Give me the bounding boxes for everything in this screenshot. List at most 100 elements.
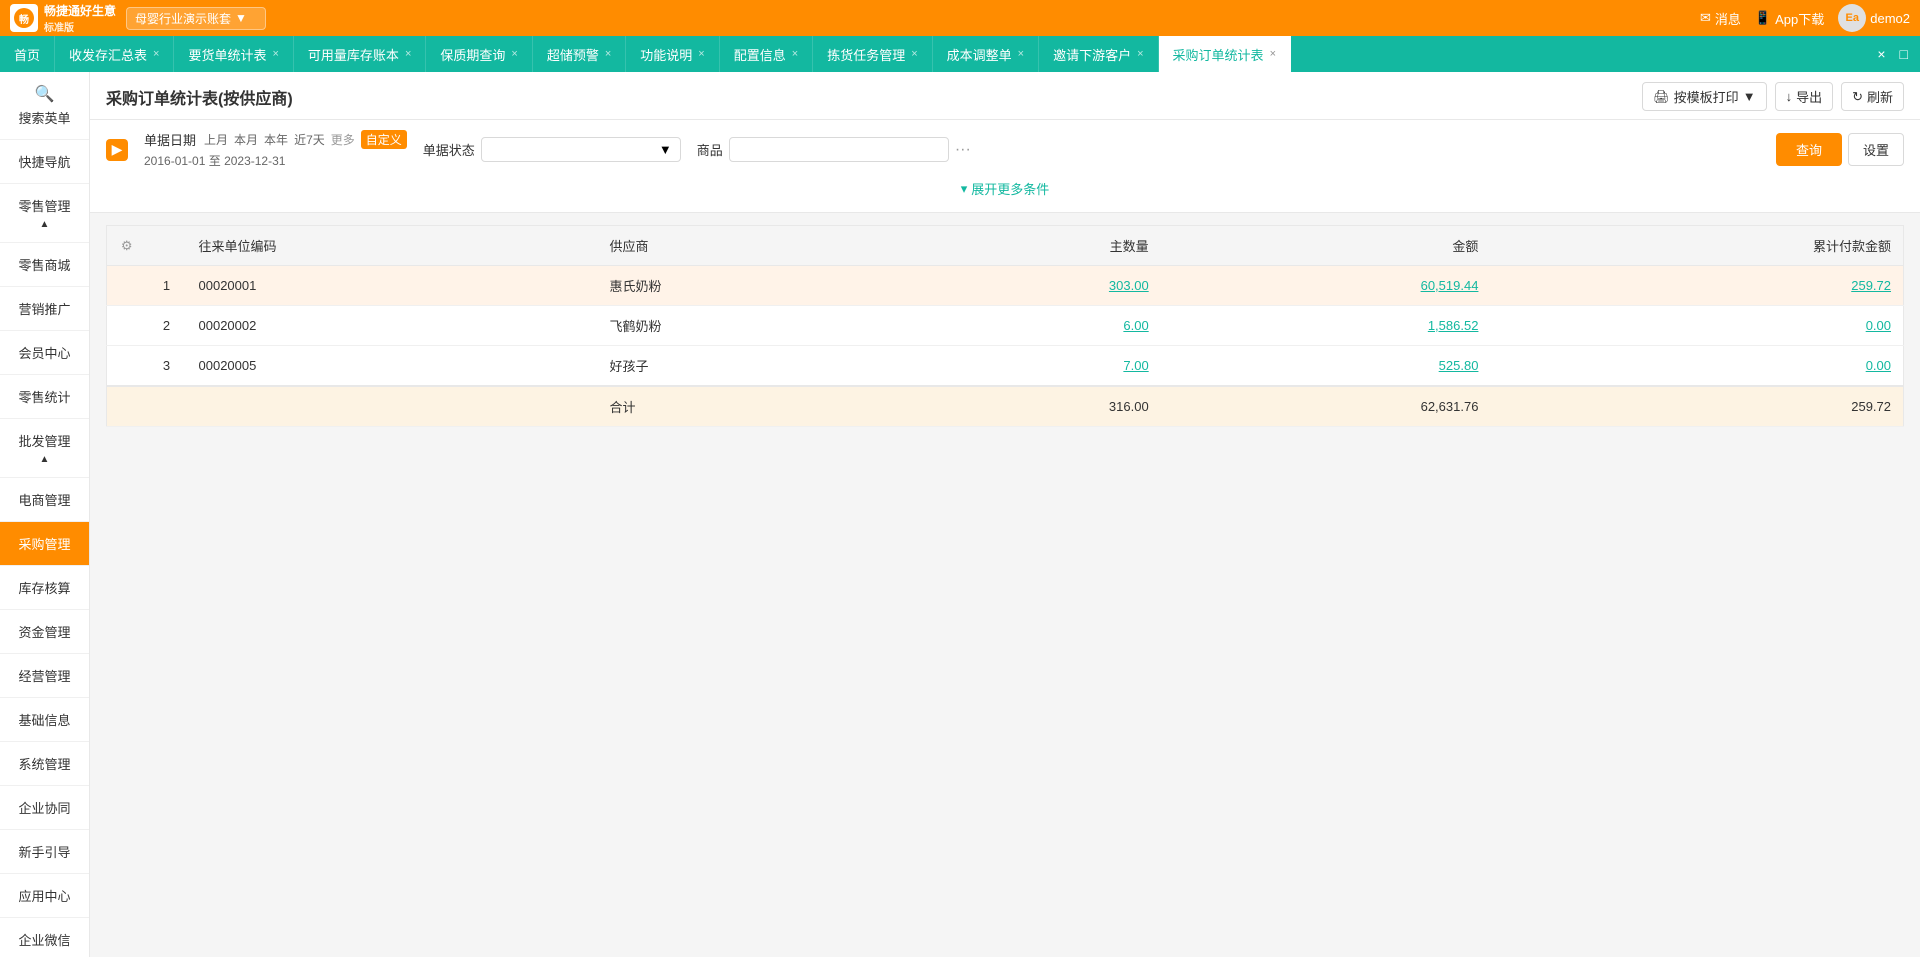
page-header-actions: 🖨 按模板打印 ▼ ↓ 导出 ↻ 刷新 [1642,82,1904,111]
tab-function-desc[interactable]: 功能说明 × [626,36,719,72]
filter-toggle-btn[interactable]: ▶ [106,139,128,161]
tab-expiry-check[interactable]: 保质期查询 × [426,36,532,72]
shortcut-this-month[interactable]: 本月 [234,131,258,148]
app-center-label: 应用中心 [18,886,70,905]
close-icon[interactable]: × [911,48,917,60]
sidebar-item-retail-stats[interactable]: 零售统计 [0,375,89,419]
row-paid-amount[interactable]: 0.00 [1490,306,1903,346]
expand-more-btn[interactable]: ▾ 展开更多条件 [106,175,1904,202]
close-icon[interactable]: × [153,48,159,60]
tab-invite-downstream[interactable]: 邀请下游客户 × [1039,36,1158,72]
export-button[interactable]: ↓ 导出 [1775,82,1834,111]
marketing-label: 营销推广 [18,299,70,318]
row-paid-amount[interactable]: 0.00 [1490,346,1903,387]
sidebar-item-system-mgmt[interactable]: 系统管理 [0,742,89,786]
sidebar-item-member-center[interactable]: 会员中心 [0,331,89,375]
row-qty[interactable]: 7.00 [904,346,1161,387]
shortcut-7days[interactable]: 近7天 [294,131,325,148]
shortcut-this-year[interactable]: 本年 [264,131,288,148]
row-amount[interactable]: 60,519.44 [1161,266,1491,306]
system-mgmt-label: 系统管理 [18,754,70,773]
sidebar-item-wholesale-mgmt[interactable]: 批发管理 ▲ [0,419,89,478]
date-label: 单据日期 [144,130,196,149]
restore-window-btn[interactable]: □ [1894,42,1914,66]
logo-icon: 畅 [10,4,38,32]
close-icon[interactable]: × [511,48,517,60]
date-shortcuts: 上月 本月 本年 近7天 更多 自定义 [204,130,407,149]
sidebar-item-fund-mgmt[interactable]: 资金管理 [0,610,89,654]
tab-cost-adjust[interactable]: 成本调整单 × [933,36,1039,72]
template-print-button[interactable]: 🖨 按模板打印 ▼ [1642,82,1766,111]
query-button[interactable]: 查询 [1776,133,1842,166]
tab-config-info[interactable]: 配置信息 × [720,36,813,72]
refresh-button[interactable]: ↻ 刷新 [1841,82,1904,111]
close-icon[interactable]: × [698,48,704,60]
tab-purchase-summary[interactable]: 采购订单统计表 × [1159,36,1291,72]
row-seq: 1 [147,266,187,306]
fund-mgmt-label: 资金管理 [18,622,70,641]
tab-home[interactable]: 首页 [0,36,55,72]
footer-qty: 316.00 [904,386,1161,427]
row-qty[interactable]: 6.00 [904,306,1161,346]
tab-required-goods[interactable]: 要货单统计表 × [174,36,293,72]
workspace-selector[interactable]: 母婴行业演示账套 ▼ [126,7,266,30]
tab-pick-task[interactable]: 拣货任务管理 × [813,36,932,72]
close-all-tabs-btn[interactable]: × [1871,42,1891,66]
user-avatar-area[interactable]: Ea demo2 [1838,4,1910,32]
shortcut-more[interactable]: 更多 [331,131,355,148]
footer-paid-amount: 259.72 [1490,386,1903,427]
close-icon[interactable]: × [1018,48,1024,60]
sidebar-item-enterprise-wechat[interactable]: 企业微信 [0,918,89,957]
sidebar-item-basic-info[interactable]: 基础信息 [0,698,89,742]
row-seq: 2 [147,306,187,346]
row-supplier: 惠氏奶粉 [598,266,904,306]
row-paid-amount[interactable]: 259.72 [1490,266,1903,306]
tab-receive-summary[interactable]: 收发存汇总表 × [55,36,174,72]
more-options-icon[interactable]: ··· [955,141,971,159]
close-icon[interactable]: × [605,48,611,60]
shortcut-last-month[interactable]: 上月 [204,131,228,148]
message-btn[interactable]: ✉ 消息 [1700,9,1741,28]
tab-home-label: 首页 [14,45,40,64]
refresh-icon: ↻ [1852,89,1863,105]
page-title: 采购订单统计表(按供应商) [106,85,293,109]
close-icon[interactable]: × [405,48,411,60]
row-qty[interactable]: 303.00 [904,266,1161,306]
top-bar: 畅 畅捷通好生意 标准版 母婴行业演示账套 ▼ ✉ 消息 📱 App下载 Ea … [0,0,1920,36]
sidebar-item-marketing[interactable]: 营销推广 [0,287,89,331]
sidebar-item-stock-check[interactable]: 库存核算 [0,566,89,610]
sidebar-item-search[interactable]: 🔍 搜索英单 [0,72,89,140]
goods-input[interactable] [729,137,949,162]
tab-overstock-warning[interactable]: 超储预警 × [533,36,626,72]
close-icon[interactable]: × [792,48,798,60]
tab-available-stock[interactable]: 可用量库存账本 × [294,36,426,72]
sidebar-item-quick-nav[interactable]: 快捷导航 [0,140,89,184]
basic-info-label: 基础信息 [18,710,70,729]
sidebar-item-operations-mgmt[interactable]: 经营管理 [0,654,89,698]
sidebar-item-retail-mgmt[interactable]: 零售管理 ▲ [0,184,89,243]
sidebar-item-app-center[interactable]: 应用中心 [0,874,89,918]
tab-label: 收发存汇总表 [69,45,147,64]
settings-icon[interactable]: ⚙ [121,238,133,253]
app-download-btn[interactable]: 📱 App下载 [1755,9,1824,28]
operations-mgmt-label: 经营管理 [18,666,70,685]
sidebar-item-enterprise-collab[interactable]: 企业协同 [0,786,89,830]
data-table: ⚙ 往来单位编码 供应商 主数量 金额 累计付款金额 1 00020001 [106,225,1904,427]
status-select[interactable]: ▼ [481,137,681,162]
sidebar-item-ecommerce-mgmt[interactable]: 电商管理 [0,478,89,522]
settings-button[interactable]: 设置 [1848,133,1904,166]
sidebar-item-new-guide[interactable]: 新手引导 [0,830,89,874]
row-supplier: 好孩子 [598,346,904,387]
quick-nav-label: 快捷导航 [18,152,70,171]
close-icon[interactable]: × [1137,48,1143,60]
col-supplier: 供应商 [598,226,904,266]
row-amount[interactable]: 525.80 [1161,346,1491,387]
sidebar-item-retail-mall[interactable]: 零售商城 [0,243,89,287]
search-icon: 🔍 [35,84,55,104]
sidebar-item-purchase-mgmt[interactable]: 采购管理 [0,522,89,566]
close-icon[interactable]: × [272,48,278,60]
close-icon[interactable]: × [1270,48,1276,60]
goods-filter-field: 商品 ··· [697,137,971,162]
row-amount[interactable]: 1,586.52 [1161,306,1491,346]
col-amount: 金额 [1161,226,1491,266]
